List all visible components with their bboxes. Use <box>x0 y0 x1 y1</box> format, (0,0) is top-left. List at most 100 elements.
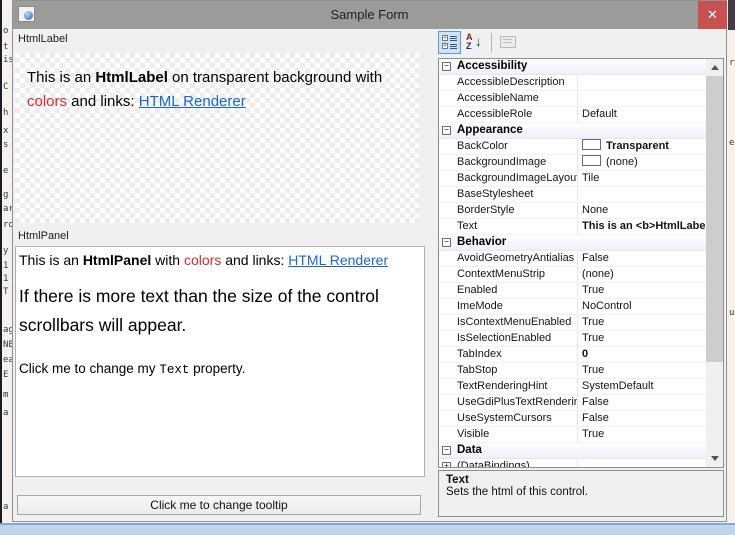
property-row[interactable]: TabStop True <box>439 363 706 379</box>
property-value[interactable]: (none) <box>582 155 706 170</box>
background-text-fragment: r <box>729 58 735 68</box>
html-label-line1: This is an HtmlLabel on transparent back… <box>27 66 419 90</box>
background-text-fragment: g <box>3 190 9 200</box>
property-row[interactable]: UseGdiPlusTextRenderin False <box>439 395 706 411</box>
property-value[interactable]: True <box>582 363 706 378</box>
property-value[interactable]: Tile <box>582 171 706 186</box>
html-label-control[interactable]: This is an HtmlLabel on transparent back… <box>15 53 419 223</box>
text: This is an <box>27 69 96 86</box>
property-value[interactable]: Default <box>582 107 706 122</box>
background-text-fragment: h <box>3 108 9 118</box>
category-row[interactable]: − Behavior <box>439 235 706 251</box>
scrollbar-thumb[interactable] <box>706 76 723 362</box>
background-text-fragment: y <box>3 246 9 256</box>
property-value[interactable]: False <box>582 251 706 266</box>
property-value[interactable]: (none) <box>582 267 706 282</box>
property-value[interactable]: 0 <box>582 347 706 362</box>
property-row[interactable]: BorderStyle None <box>439 203 706 219</box>
property-value[interactable] <box>582 459 706 467</box>
property-row[interactable]: BackgroundImage (none) <box>439 155 706 171</box>
property-grid-scrollbar[interactable] <box>706 59 723 467</box>
property-value[interactable]: True <box>582 315 706 330</box>
property-row[interactable]: TabIndex 0 <box>439 347 706 363</box>
property-value[interactable] <box>582 75 706 90</box>
title-bar[interactable]: Sample Form ✕ <box>13 1 727 29</box>
text: on transparent background with <box>167 69 383 86</box>
property-name: BackgroundImage <box>439 155 578 170</box>
property-name: BaseStylesheet <box>439 187 578 202</box>
property-row[interactable]: BackgroundImageLayout Tile <box>439 171 706 187</box>
property-value[interactable]: False <box>582 411 706 426</box>
sort-arrow-icon: ↓ <box>475 34 482 49</box>
property-name: Enabled <box>439 283 578 298</box>
background-text-fragment: T <box>3 287 9 297</box>
property-row[interactable]: + (DataBindings) <box>439 459 706 467</box>
property-value[interactable] <box>582 187 706 202</box>
property-value[interactable]: None <box>582 203 706 218</box>
property-value[interactable]: This is an <b>HtmlLabe <box>582 219 706 234</box>
property-value[interactable]: NoControl <box>582 299 706 314</box>
property-value[interactable]: Transparent <box>582 139 706 154</box>
property-name: TabIndex <box>439 347 578 362</box>
background-window-right <box>728 0 735 523</box>
html-renderer-link[interactable]: HTML Renderer <box>288 252 388 268</box>
html-renderer-link[interactable]: HTML Renderer <box>139 93 246 110</box>
property-name: AccessibleName <box>439 91 578 106</box>
property-name: BackColor <box>439 139 578 154</box>
property-value[interactable]: SystemDefault <box>582 379 706 394</box>
close-button[interactable]: ✕ <box>698 1 727 29</box>
property-row[interactable]: AccessibleDescription <box>439 75 706 91</box>
text: and links: <box>221 252 289 268</box>
categorized-icon: + + <box>442 35 457 50</box>
change-tooltip-button[interactable]: Click me to change tooltip <box>17 495 421 515</box>
property-row[interactable]: TextRenderingHint SystemDefault <box>439 379 706 395</box>
property-row[interactable]: IsContextMenuEnabled True <box>439 315 706 331</box>
property-grid[interactable]: − Accessibility AccessibleDescription Acces… <box>438 58 724 468</box>
html-panel-control[interactable]: This is an HtmlPanel with colors and lin… <box>15 246 425 477</box>
property-name: TextRenderingHint <box>439 379 578 394</box>
category-row[interactable]: − Accessibility <box>439 59 706 75</box>
paragraph-line1: If there is more text than the size of t… <box>19 286 379 306</box>
property-name: ImeMode <box>439 299 578 314</box>
property-row[interactable]: BackColor Transparent <box>439 139 706 155</box>
property-name: TabStop <box>439 363 578 378</box>
property-value[interactable] <box>582 91 706 106</box>
property-name: UseGdiPlusTextRenderin <box>439 395 578 410</box>
property-pages-icon <box>500 36 516 48</box>
red-text: colors <box>183 252 222 268</box>
property-value[interactable]: True <box>582 427 706 442</box>
scroll-up-button[interactable] <box>706 59 723 76</box>
category-row[interactable]: − Data <box>439 443 706 459</box>
property-row[interactable]: UseSystemCursors False <box>439 411 706 427</box>
property-name: BackgroundImageLayout <box>439 171 578 186</box>
toolbar-separator <box>491 33 492 52</box>
description-text: Sets the html of this control. <box>446 486 588 498</box>
property-value[interactable]: False <box>582 395 706 410</box>
property-row[interactable]: AccessibleRole Default <box>439 107 706 123</box>
category-row[interactable]: − Appearance <box>439 123 706 139</box>
property-row[interactable]: ImeMode NoControl <box>439 299 706 315</box>
property-row[interactable]: BaseStylesheet <box>439 187 706 203</box>
categorized-button[interactable]: + + <box>438 31 461 54</box>
property-row[interactable]: AccessibleName <box>439 91 706 107</box>
html-panel-line1: This is an HtmlPanel with colors and lin… <box>19 251 422 269</box>
text: Click me to change my <box>19 361 160 376</box>
property-name: Appearance <box>457 124 523 136</box>
property-row[interactable]: ContextMenuStrip (none) <box>439 267 706 283</box>
property-row[interactable]: AvoidGeometryAntialias False <box>439 251 706 267</box>
property-name: AccessibleDescription <box>439 75 578 90</box>
background-window-right-top <box>728 0 735 30</box>
property-row[interactable]: Enabled True <box>439 283 706 299</box>
background-text-fragment: u <box>729 308 735 318</box>
property-row[interactable]: Text This is an <b>HtmlLabe <box>439 219 706 235</box>
scroll-down-button[interactable] <box>706 450 723 467</box>
property-value[interactable]: True <box>582 283 706 298</box>
app-icon <box>18 6 35 22</box>
property-row[interactable]: IsSelectionEnabled True <box>439 331 706 347</box>
property-name: UseSystemCursors <box>439 411 578 426</box>
property-value[interactable]: True <box>582 331 706 346</box>
alphabetical-sort-button[interactable]: A Z ↓ <box>463 31 486 54</box>
html-label-caption: HtmlLabel <box>18 33 68 45</box>
property-row[interactable]: Visible True <box>439 427 706 443</box>
window-title: Sample Form <box>330 7 409 22</box>
